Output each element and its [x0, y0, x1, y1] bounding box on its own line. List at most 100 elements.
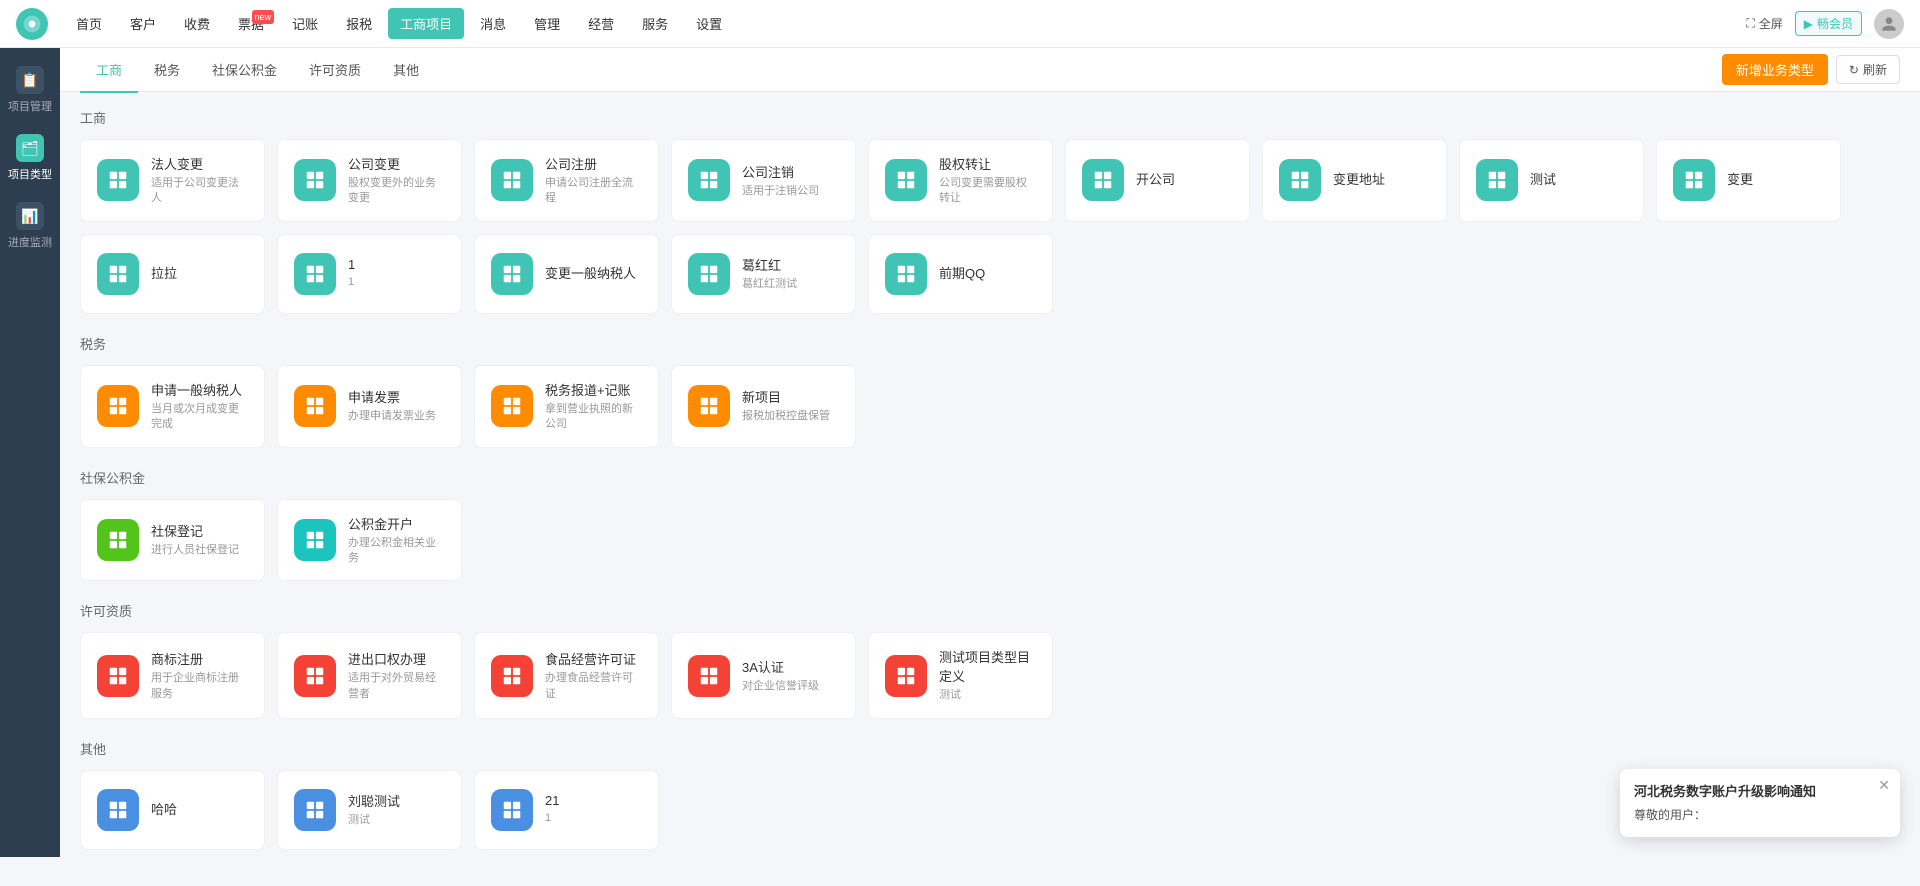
sidebar-item-进度监测[interactable]: 📊 进度监测 [0, 192, 60, 260]
card-info: 变更 [1727, 169, 1753, 191]
notification-close-button[interactable]: ✕ [1878, 777, 1890, 794]
notification-title: 河北税务数字账户升级影响通知 [1634, 781, 1886, 800]
card-申请一般纳税人[interactable]: 申请一般纳税人 当月或次月成变更完成 [80, 365, 265, 448]
card-申请发票[interactable]: 申请发票 办理申请发票业务 [277, 365, 462, 448]
card-刘聪测试[interactable]: 刘聪测试 测试 [277, 770, 462, 850]
card-1[interactable]: 1 1 [277, 234, 462, 314]
card-desc: 用于企业商标注册服务 [151, 671, 248, 702]
card-公司变更[interactable]: 公司变更 股权变更外的业务变更 [277, 139, 462, 222]
card-变更地址[interactable]: 变更地址 [1262, 139, 1447, 222]
tab-社保公积金[interactable]: 社保公积金 [196, 48, 293, 93]
card-社保登记[interactable]: 社保登记 进行人员社保登记 [80, 499, 265, 582]
card-info: 测试 [1530, 169, 1556, 191]
card-股权转让[interactable]: 股权转让 公司变更需要股权转让 [868, 139, 1053, 222]
card-公司注册[interactable]: 公司注册 申请公司注册全流程 [474, 139, 659, 222]
card-grid-工商: 法人变更 适用于公司变更法人 公司变更 股权变更外的业务变更 [80, 139, 1900, 314]
card-3A认证[interactable]: 3A认证 对企业信誉评级 [671, 632, 856, 718]
tab-其他[interactable]: 其他 [377, 48, 435, 93]
card-测试项目类型目定义[interactable]: 测试项目类型目定义 测试 [868, 632, 1053, 718]
card-icon [97, 655, 139, 697]
card-name: 公司注销 [742, 162, 819, 181]
card-开公司[interactable]: 开公司 [1065, 139, 1250, 222]
card-进出口权办理[interactable]: 进出口权办理 适用于对外贸易经营者 [277, 632, 462, 718]
card-icon [491, 159, 533, 201]
sidebar-item-项目类型[interactable]: 🗂 项目类型 [0, 124, 60, 192]
top-nav-right: ⛶ 全屏 ▶ 畅会员 [1746, 9, 1904, 39]
card-desc: 股权变更外的业务变更 [348, 176, 445, 207]
card-info: 变更地址 [1333, 169, 1385, 191]
nav-item-服务[interactable]: 服务 [630, 8, 680, 39]
card-新项目[interactable]: 新项目 报税加税控盘保管 [671, 365, 856, 448]
card-name: 公司注册 [545, 154, 642, 173]
app-logo[interactable] [16, 8, 48, 40]
card-name: 21 [545, 793, 559, 808]
card-前期QQ[interactable]: 前期QQ [868, 234, 1053, 314]
card-info: 哈哈 [151, 799, 177, 821]
card-icon [294, 789, 336, 831]
card-公积金开户[interactable]: 公积金开户 办理公积金相关业务 [277, 499, 462, 582]
section-title-税务: 税务 [80, 334, 1900, 353]
card-商标注册[interactable]: 商标注册 用于企业商标注册服务 [80, 632, 265, 718]
card-info: 食品经营许可证 办理食品经营许可证 [545, 649, 642, 702]
card-name: 食品经营许可证 [545, 649, 642, 668]
card-哈哈[interactable]: 哈哈 [80, 770, 265, 850]
card-name: 测试项目类型目定义 [939, 647, 1036, 685]
card-desc: 适用于注销公司 [742, 184, 819, 199]
tab-许可资质[interactable]: 许可资质 [293, 48, 377, 93]
nav-item-记账[interactable]: 记账 [280, 8, 330, 39]
nav-item-设置[interactable]: 设置 [684, 8, 734, 39]
tab-工商[interactable]: 工商 [80, 48, 138, 93]
card-info: 公司注销 适用于注销公司 [742, 162, 819, 199]
card-icon [491, 385, 533, 427]
card-icon [97, 789, 139, 831]
nav-item-报税[interactable]: 报税 [334, 8, 384, 39]
tab-税务[interactable]: 税务 [138, 48, 196, 93]
card-变更[interactable]: 变更 [1656, 139, 1841, 222]
card-desc: 公司变更需要股权转让 [939, 176, 1036, 207]
card-拉拉[interactable]: 拉拉 [80, 234, 265, 314]
user-avatar[interactable] [1874, 9, 1904, 39]
refresh-button[interactable]: ↻ 刷新 [1836, 55, 1900, 84]
card-info: 开公司 [1136, 169, 1175, 191]
nav-item-首页[interactable]: 首页 [64, 8, 114, 39]
card-info: 变更一般纳税人 [545, 263, 636, 285]
card-name: 变更地址 [1333, 169, 1385, 188]
card-税务报道+记账[interactable]: 税务报道+记账 拿到营业执照的新公司 [474, 365, 659, 448]
nav-item-管理[interactable]: 管理 [522, 8, 572, 39]
nav-item-客户[interactable]: 客户 [118, 8, 168, 39]
card-变更一般纳税人[interactable]: 变更一般纳税人 [474, 234, 659, 314]
card-葛红红[interactable]: 葛红红 葛红红测试 [671, 234, 856, 314]
nav-item-工商项目[interactable]: 工商项目 [388, 8, 464, 39]
nav-item-票据[interactable]: 票据new [226, 8, 276, 39]
card-icon [97, 253, 139, 295]
add-business-type-button[interactable]: 新增业务类型 [1722, 54, 1828, 85]
card-desc: 拿到营业执照的新公司 [545, 402, 642, 433]
nav-item-收费[interactable]: 收费 [172, 8, 222, 39]
sidebar-icon: 📊 [16, 202, 44, 230]
sidebar-item-项目管理[interactable]: 📋 项目管理 [0, 56, 60, 124]
card-info: 社保登记 进行人员社保登记 [151, 521, 239, 558]
card-21[interactable]: 21 1 [474, 770, 659, 850]
card-食品经营许可证[interactable]: 食品经营许可证 办理食品经营许可证 [474, 632, 659, 718]
card-法人变更[interactable]: 法人变更 适用于公司变更法人 [80, 139, 265, 222]
card-name: 申请发票 [348, 387, 436, 406]
card-desc: 1 [545, 811, 559, 826]
nav-item-经营[interactable]: 经营 [576, 8, 626, 39]
card-desc: 进行人员社保登记 [151, 543, 239, 558]
card-desc: 办理食品经营许可证 [545, 671, 642, 702]
card-icon [1476, 159, 1518, 201]
card-desc: 报税加税控盘保管 [742, 409, 830, 424]
card-name: 变更 [1727, 169, 1753, 188]
section-title-许可资质: 许可资质 [80, 601, 1900, 620]
notification-popup: ✕ 河北税务数字账户升级影响通知 尊敬的用户： [1620, 769, 1900, 837]
card-测试[interactable]: 测试 [1459, 139, 1644, 222]
card-公司注销[interactable]: 公司注销 适用于注销公司 [671, 139, 856, 222]
member-button[interactable]: ▶ 畅会员 [1795, 11, 1862, 36]
card-desc: 1 [348, 275, 355, 290]
fullscreen-button[interactable]: ⛶ 全屏 [1746, 15, 1782, 32]
sidebar-label: 进度监测 [8, 234, 52, 250]
fullscreen-label: 全屏 [1759, 15, 1783, 32]
nav-item-消息[interactable]: 消息 [468, 8, 518, 39]
card-name: 新项目 [742, 387, 830, 406]
card-icon [97, 385, 139, 427]
